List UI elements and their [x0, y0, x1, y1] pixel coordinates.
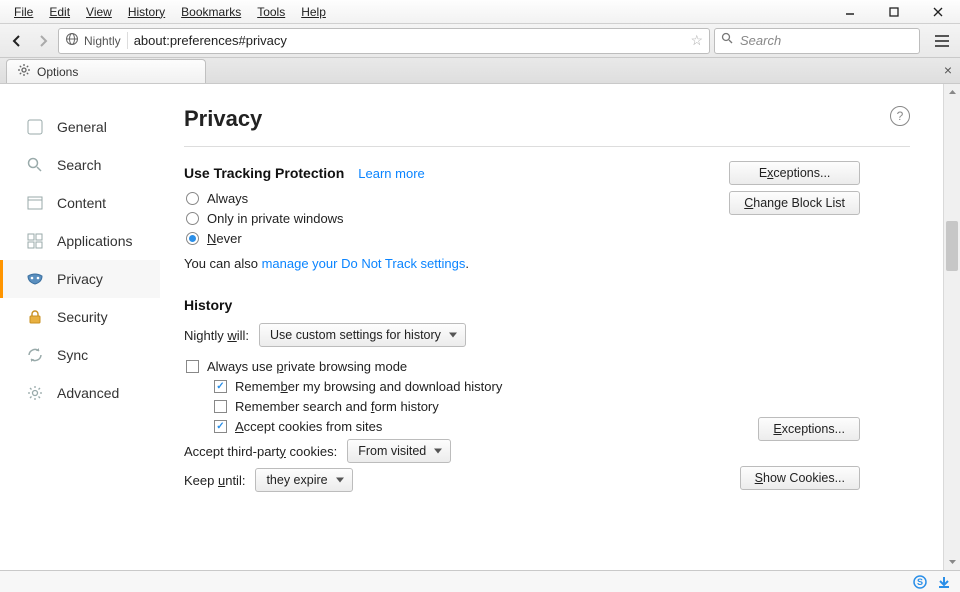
history-will-label: Nightly will: [184, 328, 249, 343]
general-icon [25, 117, 45, 137]
privacy-mask-icon [25, 269, 45, 289]
identity-box[interactable]: Nightly [65, 32, 128, 49]
menu-help[interactable]: Help [293, 2, 334, 22]
url-text: about:preferences#privacy [134, 33, 685, 48]
hamburger-menu-button[interactable] [928, 28, 956, 54]
keep-until-select[interactable]: they expire [255, 468, 352, 492]
remember-browsing-checkbox[interactable]: Remember my browsing and download histor… [214, 379, 910, 394]
tab-strip: Options × [0, 58, 960, 84]
window-minimize-button[interactable] [828, 0, 872, 24]
gear-icon [17, 63, 31, 80]
page-title: Privacy [184, 106, 910, 132]
menu-view[interactable]: View [78, 2, 120, 22]
history-mode-select[interactable]: Use custom settings for history [259, 323, 466, 347]
back-button[interactable] [6, 30, 28, 52]
globe-icon [65, 32, 79, 49]
window-close-button[interactable] [916, 0, 960, 24]
category-security[interactable]: Security [0, 298, 160, 336]
tracking-radio-never[interactable]: Never [186, 231, 910, 246]
help-icon[interactable]: ? [890, 106, 910, 126]
divider [184, 146, 910, 147]
url-bar[interactable]: Nightly about:preferences#privacy ☆ [58, 28, 710, 54]
content-scrollbar[interactable] [943, 84, 960, 570]
menu-edit[interactable]: Edit [41, 2, 78, 22]
download-arrow-icon[interactable] [936, 574, 952, 590]
category-applications[interactable]: Applications [0, 222, 160, 260]
search-bar[interactable]: Search [714, 28, 920, 54]
third-party-cookies-select[interactable]: From visited [347, 439, 451, 463]
sync-icon [25, 345, 45, 365]
gear-icon [25, 383, 45, 403]
content-icon [25, 193, 45, 213]
category-privacy[interactable]: Privacy [0, 260, 160, 298]
search-placeholder: Search [740, 33, 781, 48]
status-s-icon[interactable]: S [912, 574, 928, 590]
forward-button[interactable] [32, 30, 54, 52]
keep-until-label: Keep until: [184, 473, 245, 488]
applications-icon [25, 231, 45, 251]
window-maximize-button[interactable] [872, 0, 916, 24]
status-bar: S [0, 570, 960, 592]
private-browsing-checkbox[interactable]: Always use private browsing mode [186, 359, 910, 374]
scroll-track[interactable] [944, 101, 960, 553]
dnt-settings-link[interactable]: manage your Do Not Track settings [262, 256, 466, 271]
third-party-label: Accept third-party cookies: [184, 444, 337, 459]
category-search[interactable]: Search [0, 146, 160, 184]
menu-file[interactable]: File [6, 2, 41, 22]
remember-search-checkbox[interactable]: Remember search and form history [214, 399, 910, 414]
menu-tools[interactable]: Tools [249, 2, 293, 22]
tab-label: Options [37, 65, 78, 79]
change-block-list-button[interactable]: Change Block List [729, 191, 860, 215]
category-sync[interactable]: Sync [0, 336, 160, 374]
identity-label: Nightly [84, 34, 121, 48]
history-section-title: History [184, 297, 910, 313]
tracking-learn-more-link[interactable]: Learn more [358, 166, 424, 181]
scroll-up-button[interactable] [944, 84, 960, 101]
svg-text:S: S [917, 577, 923, 587]
category-sidebar: General Search Content Applications Priv… [0, 84, 160, 570]
show-cookies-button[interactable]: Show Cookies... [740, 466, 860, 490]
category-content[interactable]: Content [0, 184, 160, 222]
tracking-exceptions-button[interactable]: Exceptions... [729, 161, 860, 185]
navbar: Nightly about:preferences#privacy ☆ Sear… [0, 24, 960, 58]
tabstrip-close-button[interactable]: × [944, 62, 952, 78]
dnt-text: You can also manage your Do Not Track se… [184, 256, 910, 271]
category-general[interactable]: General [0, 108, 160, 146]
category-advanced[interactable]: Advanced [0, 374, 160, 412]
lock-icon [25, 307, 45, 327]
content-pane: Privacy ? Exceptions... Change Block Lis… [160, 84, 960, 570]
tab-options[interactable]: Options [6, 59, 206, 83]
menu-history[interactable]: History [120, 2, 173, 22]
bookmark-star-icon[interactable]: ☆ [690, 32, 703, 49]
menubar: File Edit View History Bookmarks Tools H… [0, 0, 960, 24]
scroll-thumb[interactable] [946, 221, 958, 271]
search-icon [25, 155, 45, 175]
search-icon [721, 32, 734, 50]
menu-bookmarks[interactable]: Bookmarks [173, 2, 249, 22]
scroll-down-button[interactable] [944, 553, 960, 570]
cookies-exceptions-button[interactable]: Exceptions... [758, 417, 860, 441]
